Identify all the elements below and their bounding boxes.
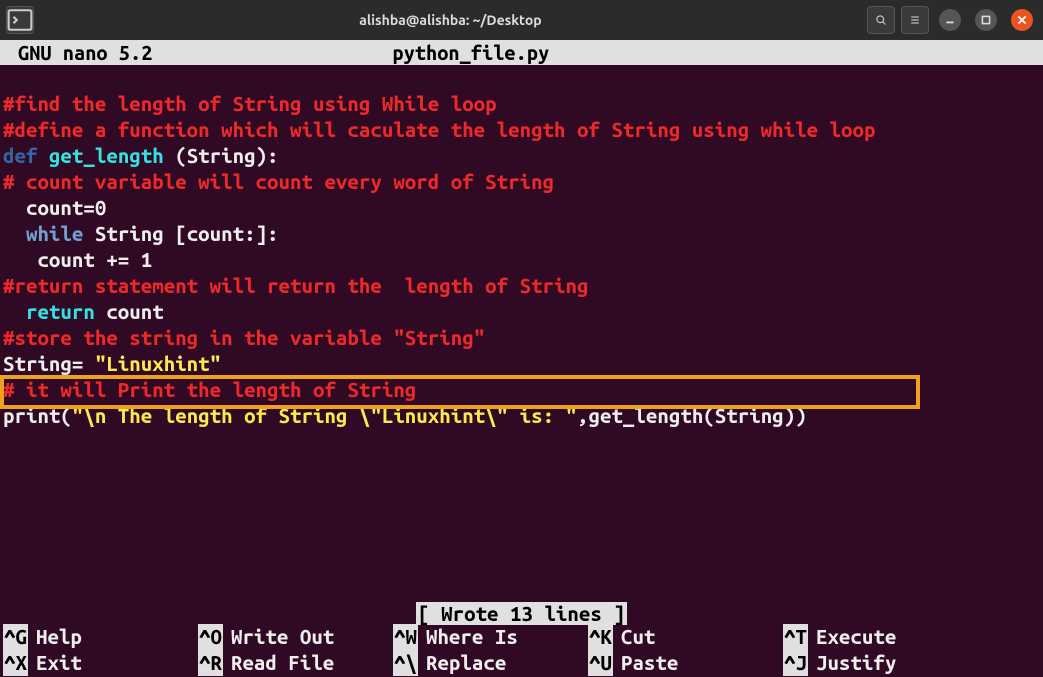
new-tab-button[interactable] (6, 6, 34, 34)
maximize-icon (980, 14, 992, 26)
code-keyword-return: return (3, 300, 95, 323)
nano-shortcut-bar: ^GHelp ^OWrite Out ^WWhere Is ^KCut ^TEx… (0, 624, 1043, 677)
minimize-icon (944, 14, 956, 26)
code-fn-name: get_length (37, 144, 175, 167)
nano-status: [ Wrote 13 lines ] (0, 602, 1043, 625)
code-text: ,get_length(String)) (577, 404, 807, 427)
terminal-icon (7, 7, 33, 33)
search-button[interactable] (867, 6, 895, 34)
shortcut-cut[interactable]: ^KCut (588, 624, 783, 650)
code-string: "\n The length of String \"Linuxhint\" i… (72, 404, 577, 427)
window-title: alishba@alishba: ~/Desktop (40, 12, 861, 28)
nano-status-text: [ Wrote 13 lines ] (416, 602, 627, 625)
code-comment: # it will Print the length of String (3, 378, 416, 401)
shortcut-paste[interactable]: ^UPaste (588, 650, 783, 676)
editor-content[interactable]: #find the length of String using While l… (0, 65, 1043, 455)
close-icon (1016, 14, 1028, 26)
menu-button[interactable] (901, 6, 929, 34)
hamburger-icon (909, 14, 921, 26)
shortcut-replace[interactable]: ^\Replace (393, 650, 588, 676)
shortcut-help[interactable]: ^GHelp (3, 624, 198, 650)
code-text: (String): (175, 144, 278, 167)
window-titlebar: alishba@alishba: ~/Desktop (0, 0, 1043, 40)
shortcut-execute[interactable]: ^TExecute (783, 624, 978, 650)
minimize-button[interactable] (939, 9, 961, 31)
nano-filename: python_file.py (392, 41, 549, 64)
code-comment: # count variable will count every word o… (3, 170, 554, 193)
code-text: count=0 (3, 196, 106, 219)
shortcut-whereis[interactable]: ^WWhere Is (393, 624, 588, 650)
code-keyword-def: def (3, 144, 37, 167)
nano-header: GNU nano 5.2 python_file.py (0, 40, 1043, 65)
code-comment: #store the string in the variable "Strin… (3, 326, 485, 349)
code-comment: #find the length of String using While l… (3, 92, 497, 115)
code-comment: #define a function which will caculate t… (3, 118, 875, 141)
close-button[interactable] (1011, 9, 1033, 31)
code-text: count (95, 300, 164, 323)
code-text: count += 1 (3, 248, 152, 271)
nano-app-label: GNU nano 5.2 (18, 41, 152, 64)
code-keyword-while: while (3, 222, 83, 245)
code-text: String= (3, 352, 95, 375)
shortcut-row-1: ^GHelp ^OWrite Out ^WWhere Is ^KCut ^TEx… (3, 624, 1040, 650)
shortcut-readfile[interactable]: ^RRead File (198, 650, 393, 676)
shortcut-justify[interactable]: ^JJustify (783, 650, 978, 676)
shortcut-writeout[interactable]: ^OWrite Out (198, 624, 393, 650)
search-icon (875, 14, 887, 26)
code-string: "Linuxhint" (95, 352, 221, 375)
shortcut-row-2: ^XExit ^RRead File ^\Replace ^UPaste ^JJ… (3, 650, 1040, 676)
code-text: String [count:]: (83, 222, 278, 245)
shortcut-exit[interactable]: ^XExit (3, 650, 198, 676)
code-comment: #return statement will return the length… (3, 274, 588, 297)
code-text: print( (3, 404, 72, 427)
maximize-button[interactable] (975, 9, 997, 31)
